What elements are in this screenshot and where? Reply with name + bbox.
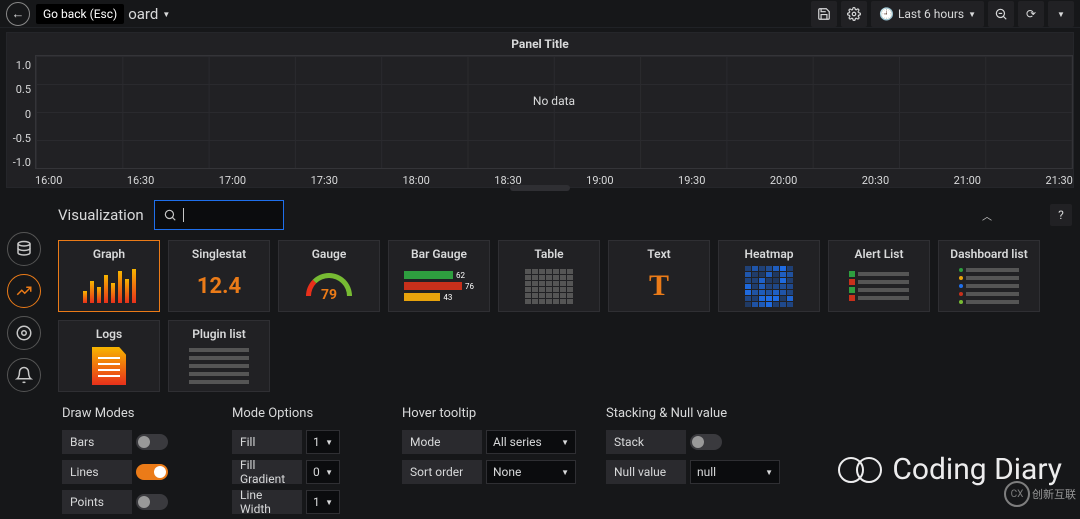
y-axis: 1.00.50-0.5-1.0 [7,55,35,187]
viz-label: Logs [96,327,122,341]
table-preview-icon [509,265,589,307]
mode-options-heading: Mode Options [232,406,372,421]
toggle-lines[interactable] [136,464,168,480]
viz-label: Plugin list [192,327,246,341]
viz-card-plugin[interactable]: Plugin list [168,320,270,392]
save-button[interactable] [811,1,837,27]
select-line-width[interactable]: 1▼ [306,490,340,514]
draw-modes-heading: Draw Modes [62,406,202,421]
settings-button[interactable] [841,1,867,27]
rail-queries-button[interactable] [7,232,41,266]
stacking-heading: Stacking & Null value [606,406,780,421]
viz-card-bargauge[interactable]: Bar Gauge 627643 [388,240,490,312]
select-sort-order[interactable]: None▼ [486,460,576,484]
arrow-left-icon: ← [12,6,25,22]
viz-label: Singlestat [192,247,246,261]
opt-row-fill-gradient: Fill Gradient0▼ [232,459,372,485]
no-data-label: No data [533,94,575,108]
viz-card-gauge[interactable]: Gauge 79 [278,240,380,312]
heatmap-preview-icon [729,265,809,307]
opt-row-bars: Bars [62,429,202,455]
viz-label: Graph [93,247,125,261]
viz-label: Gauge [312,247,347,261]
stacking-group: Stacking & Null value Stack Null valuenul… [606,406,780,519]
toggle-bars[interactable] [136,434,168,450]
singlestat-preview-icon: 12.4 [179,265,259,307]
visualization-heading: Visualization [58,206,144,224]
opt-row-lines: Lines [62,459,202,485]
chart-panel: Panel Title 1.00.50-0.5-1.0 No data 16:0… [6,32,1074,188]
viz-label: Heatmap [744,247,793,261]
viz-card-heatmap[interactable]: Heatmap [718,240,820,312]
opt-row-fill: Fill1▼ [232,429,372,455]
clock-icon: 🕘 [879,7,894,21]
viz-label: Table [534,247,563,261]
viz-label: Dashboard list [950,247,1028,261]
help-button[interactable]: ? [1050,204,1072,226]
select-fill[interactable]: 1▼ [306,430,340,454]
alert-preview-icon [839,265,919,307]
opt-row-stack: Stack [606,429,780,455]
select-null-value[interactable]: null▼ [690,460,780,484]
zoom-out-button[interactable] [988,1,1014,27]
opt-row-points: Points [62,489,202,515]
rail-general-button[interactable] [7,316,41,350]
opt-row-null-value: Null valuenull▼ [606,459,780,485]
viz-card-singlestat[interactable]: Singlestat 12.4 [168,240,270,312]
viz-card-graph[interactable]: Graph [58,240,160,312]
refresh-button[interactable]: ⟳ [1018,1,1044,27]
time-range-button[interactable]: 🕘Last 6 hours▼ [871,1,984,27]
back-button[interactable]: ← [6,2,30,26]
caret-down-icon: ▼ [162,10,170,19]
viz-search-input[interactable] [154,200,284,230]
search-icon [163,208,177,222]
back-tooltip: Go back (Esc) [36,4,124,24]
gauge-preview-icon: 79 [289,265,369,307]
refresh-menu-button[interactable]: ▼ [1048,1,1074,27]
collapse-button[interactable]: ︿ [982,208,992,223]
viz-card-alert[interactable]: Alert List [828,240,930,312]
select-mode[interactable]: All series▼ [486,430,576,454]
hover-tooltip-group: Hover tooltip ModeAll series▼ Sort orderN… [402,406,576,519]
viz-card-table[interactable]: Table [498,240,600,312]
rail-alert-button[interactable] [7,358,41,392]
opt-row-line-width: Line Width1▼ [232,489,372,515]
side-rail [0,196,48,519]
viz-card-dash[interactable]: Dashboard list [938,240,1040,312]
toggle-stack[interactable] [690,434,722,450]
graph-preview-icon [69,265,149,307]
bargauge-preview-icon: 627643 [399,265,479,307]
viz-card-logs[interactable]: Logs [58,320,160,392]
text-preview-icon: T [619,265,699,307]
wechat-icon [838,457,882,483]
panel-title: Panel Title [7,33,1073,55]
text-cursor [183,208,184,222]
scroll-indicator[interactable] [510,185,570,191]
viz-label: Alert List [854,247,903,261]
caret-down-icon: ▼ [968,10,976,19]
corner-logo-icon: CX [1004,481,1030,507]
opt-row-mode: ModeAll series▼ [402,429,576,455]
draw-modes-group: Draw Modes Bars Lines Points [62,406,202,519]
viz-label: Bar Gauge [411,247,467,261]
dashboard-title[interactable]: oard▼ [128,5,170,23]
toggle-points[interactable] [136,494,168,510]
caret-down-icon: ▼ [1057,10,1065,19]
logs-preview-icon [69,345,149,387]
plugin-preview-icon [179,345,259,387]
mode-options-group: Mode Options Fill1▼ Fill Gradient0▼ Line W… [232,406,372,519]
corner-mark: CX 创新互联 [1004,481,1076,507]
select-fill-gradient[interactable]: 0▼ [306,460,340,484]
rail-visualization-button[interactable] [7,274,41,308]
opt-row-sort-order: Sort orderNone▼ [402,459,576,485]
dash-preview-icon [949,265,1029,307]
hover-tooltip-heading: Hover tooltip [402,406,576,421]
chart-grid[interactable]: No data [35,55,1073,169]
viz-label: Text [647,247,670,261]
viz-card-text[interactable]: Text T [608,240,710,312]
